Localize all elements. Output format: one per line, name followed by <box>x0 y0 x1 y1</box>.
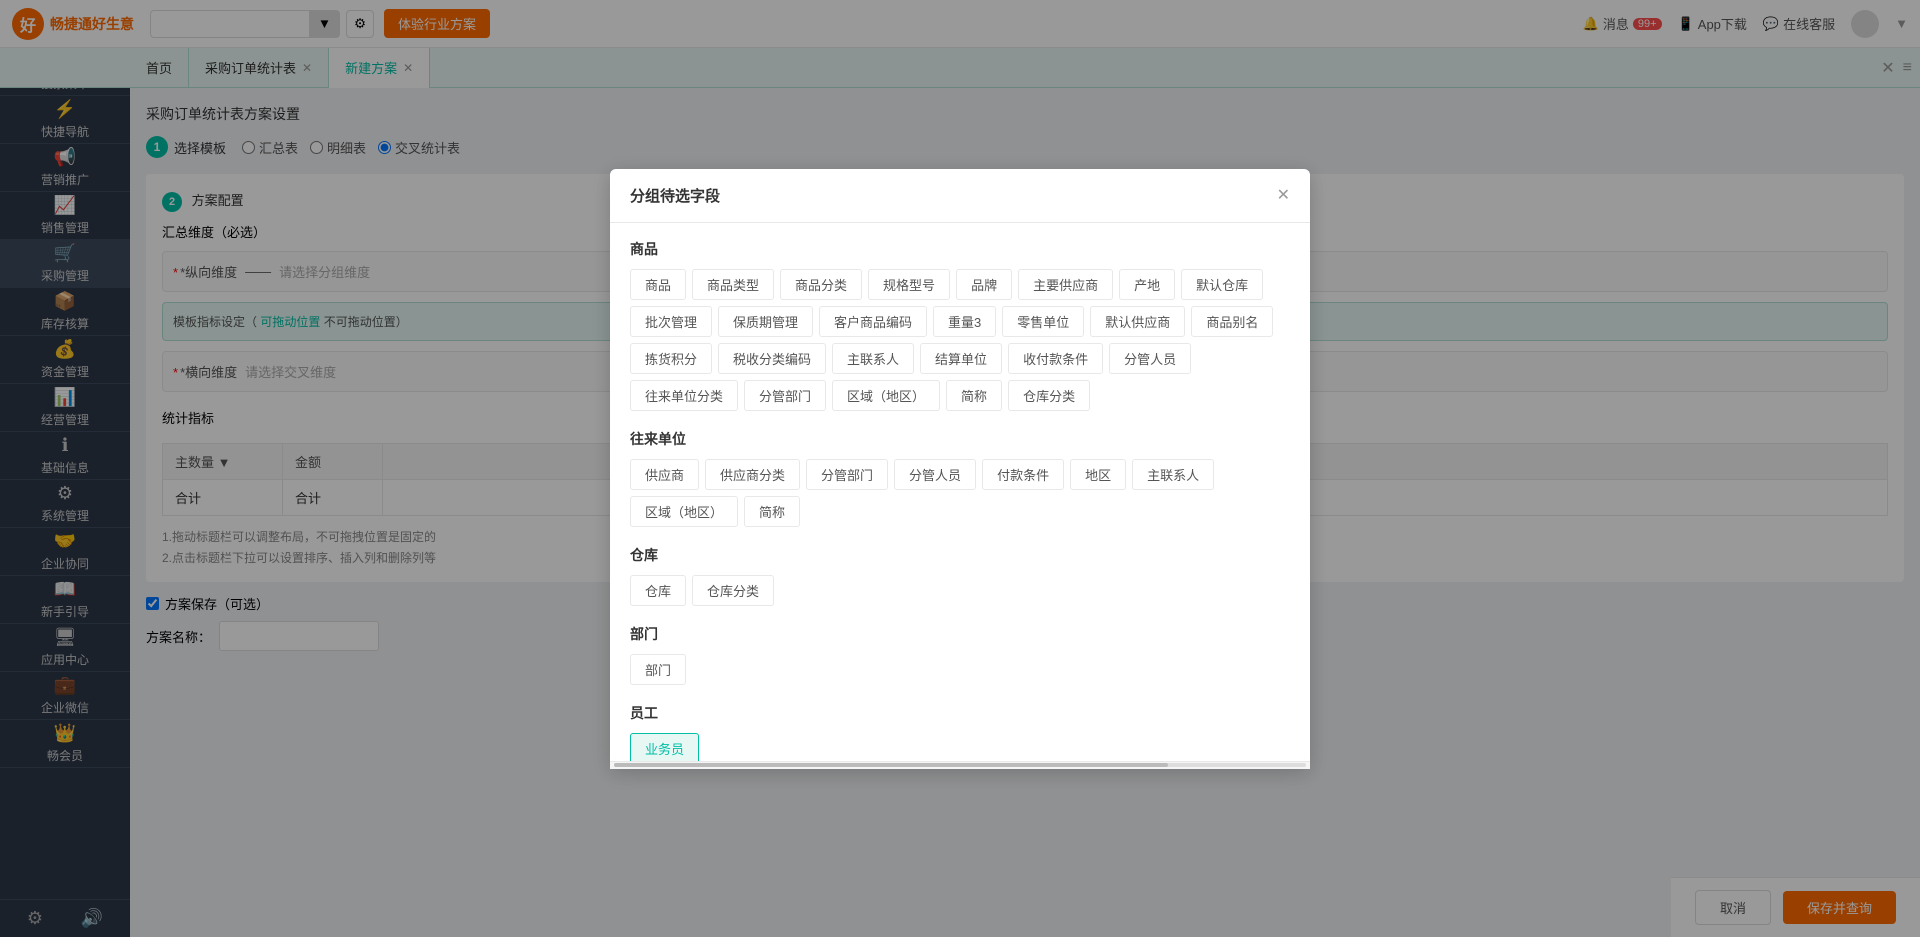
section-partner-title: 往来单位 <box>630 429 1290 449</box>
tag-partner-5[interactable]: 地区 <box>1070 459 1126 490</box>
tag-product-2[interactable]: 商品分类 <box>780 269 862 300</box>
tag-product-3[interactable]: 规格型号 <box>868 269 950 300</box>
tag-product-22[interactable]: 分管部门 <box>744 380 826 411</box>
tag-product-14[interactable]: 商品别名 <box>1191 306 1273 337</box>
tag-product-15[interactable]: 拣货积分 <box>630 343 712 374</box>
section-product: 商品 商品 商品类型 商品分类 规格型号 品牌 主要供应商 产地 默认仓库 批次… <box>630 239 1290 411</box>
tag-product-1[interactable]: 商品类型 <box>692 269 774 300</box>
tag-product-21[interactable]: 往来单位分类 <box>630 380 738 411</box>
modal-close-button[interactable]: ✕ <box>1277 185 1290 205</box>
tag-product-13[interactable]: 默认供应商 <box>1090 306 1185 337</box>
tag-product-4[interactable]: 品牌 <box>956 269 1012 300</box>
tag-partner-6[interactable]: 主联系人 <box>1132 459 1214 490</box>
tag-product-20[interactable]: 分管人员 <box>1109 343 1191 374</box>
tag-partner-0[interactable]: 供应商 <box>630 459 699 490</box>
tag-partner-4[interactable]: 付款条件 <box>982 459 1064 490</box>
section-warehouse-tags: 仓库 仓库分类 <box>630 575 1290 606</box>
modal-header: 分组待选字段 ✕ <box>610 169 1310 223</box>
section-staff-title: 员工 <box>630 703 1290 723</box>
tag-product-5[interactable]: 主要供应商 <box>1018 269 1113 300</box>
tag-staff-0[interactable]: 业务员 <box>630 733 699 761</box>
tag-product-7[interactable]: 默认仓库 <box>1181 269 1263 300</box>
modal-dialog: 分组待选字段 ✕ 商品 商品 商品类型 商品分类 规格型号 品牌 主要供应商 产… <box>610 169 1310 769</box>
tag-product-24[interactable]: 简称 <box>946 380 1002 411</box>
tag-product-9[interactable]: 保质期管理 <box>718 306 813 337</box>
tag-product-0[interactable]: 商品 <box>630 269 686 300</box>
tag-partner-3[interactable]: 分管人员 <box>894 459 976 490</box>
section-department-tags: 部门 <box>630 654 1290 685</box>
section-warehouse: 仓库 仓库 仓库分类 <box>630 545 1290 606</box>
section-partner: 往来单位 供应商 供应商分类 分管部门 分管人员 付款条件 地区 主联系人 区域… <box>630 429 1290 527</box>
tag-product-16[interactable]: 税收分类编码 <box>718 343 826 374</box>
modal-scrollbar-horizontal[interactable] <box>610 761 1310 769</box>
section-warehouse-title: 仓库 <box>630 545 1290 565</box>
tag-product-8[interactable]: 批次管理 <box>630 306 712 337</box>
tag-product-23[interactable]: 区域（地区） <box>832 380 940 411</box>
tag-product-6[interactable]: 产地 <box>1119 269 1175 300</box>
section-partner-tags: 供应商 供应商分类 分管部门 分管人员 付款条件 地区 主联系人 区域（地区） … <box>630 459 1290 527</box>
tag-department-0[interactable]: 部门 <box>630 654 686 685</box>
modal-overlay: 分组待选字段 ✕ 商品 商品 商品类型 商品分类 规格型号 品牌 主要供应商 产… <box>0 0 1920 937</box>
tag-partner-7[interactable]: 区域（地区） <box>630 496 738 527</box>
tag-product-18[interactable]: 结算单位 <box>920 343 1002 374</box>
section-product-tags: 商品 商品类型 商品分类 规格型号 品牌 主要供应商 产地 默认仓库 批次管理 … <box>630 269 1290 411</box>
tag-warehouse-1[interactable]: 仓库分类 <box>692 575 774 606</box>
modal-title: 分组待选字段 <box>630 185 720 206</box>
tag-product-10[interactable]: 客户商品编码 <box>819 306 927 337</box>
section-staff: 员工 业务员 <box>630 703 1290 761</box>
modal-body: 商品 商品 商品类型 商品分类 规格型号 品牌 主要供应商 产地 默认仓库 批次… <box>610 223 1310 761</box>
scrollbar-thumb[interactable] <box>614 763 1168 767</box>
scrollbar-track <box>614 763 1306 767</box>
section-staff-tags: 业务员 <box>630 733 1290 761</box>
tag-warehouse-0[interactable]: 仓库 <box>630 575 686 606</box>
tag-product-12[interactable]: 零售单位 <box>1002 306 1084 337</box>
tag-partner-2[interactable]: 分管部门 <box>806 459 888 490</box>
tag-product-25[interactable]: 仓库分类 <box>1008 380 1090 411</box>
tag-partner-8[interactable]: 简称 <box>744 496 800 527</box>
tag-product-11[interactable]: 重量3 <box>933 306 996 337</box>
section-department-title: 部门 <box>630 624 1290 644</box>
section-department: 部门 部门 <box>630 624 1290 685</box>
tag-product-17[interactable]: 主联系人 <box>832 343 914 374</box>
section-product-title: 商品 <box>630 239 1290 259</box>
tag-partner-1[interactable]: 供应商分类 <box>705 459 800 490</box>
tag-product-19[interactable]: 收付款条件 <box>1008 343 1103 374</box>
